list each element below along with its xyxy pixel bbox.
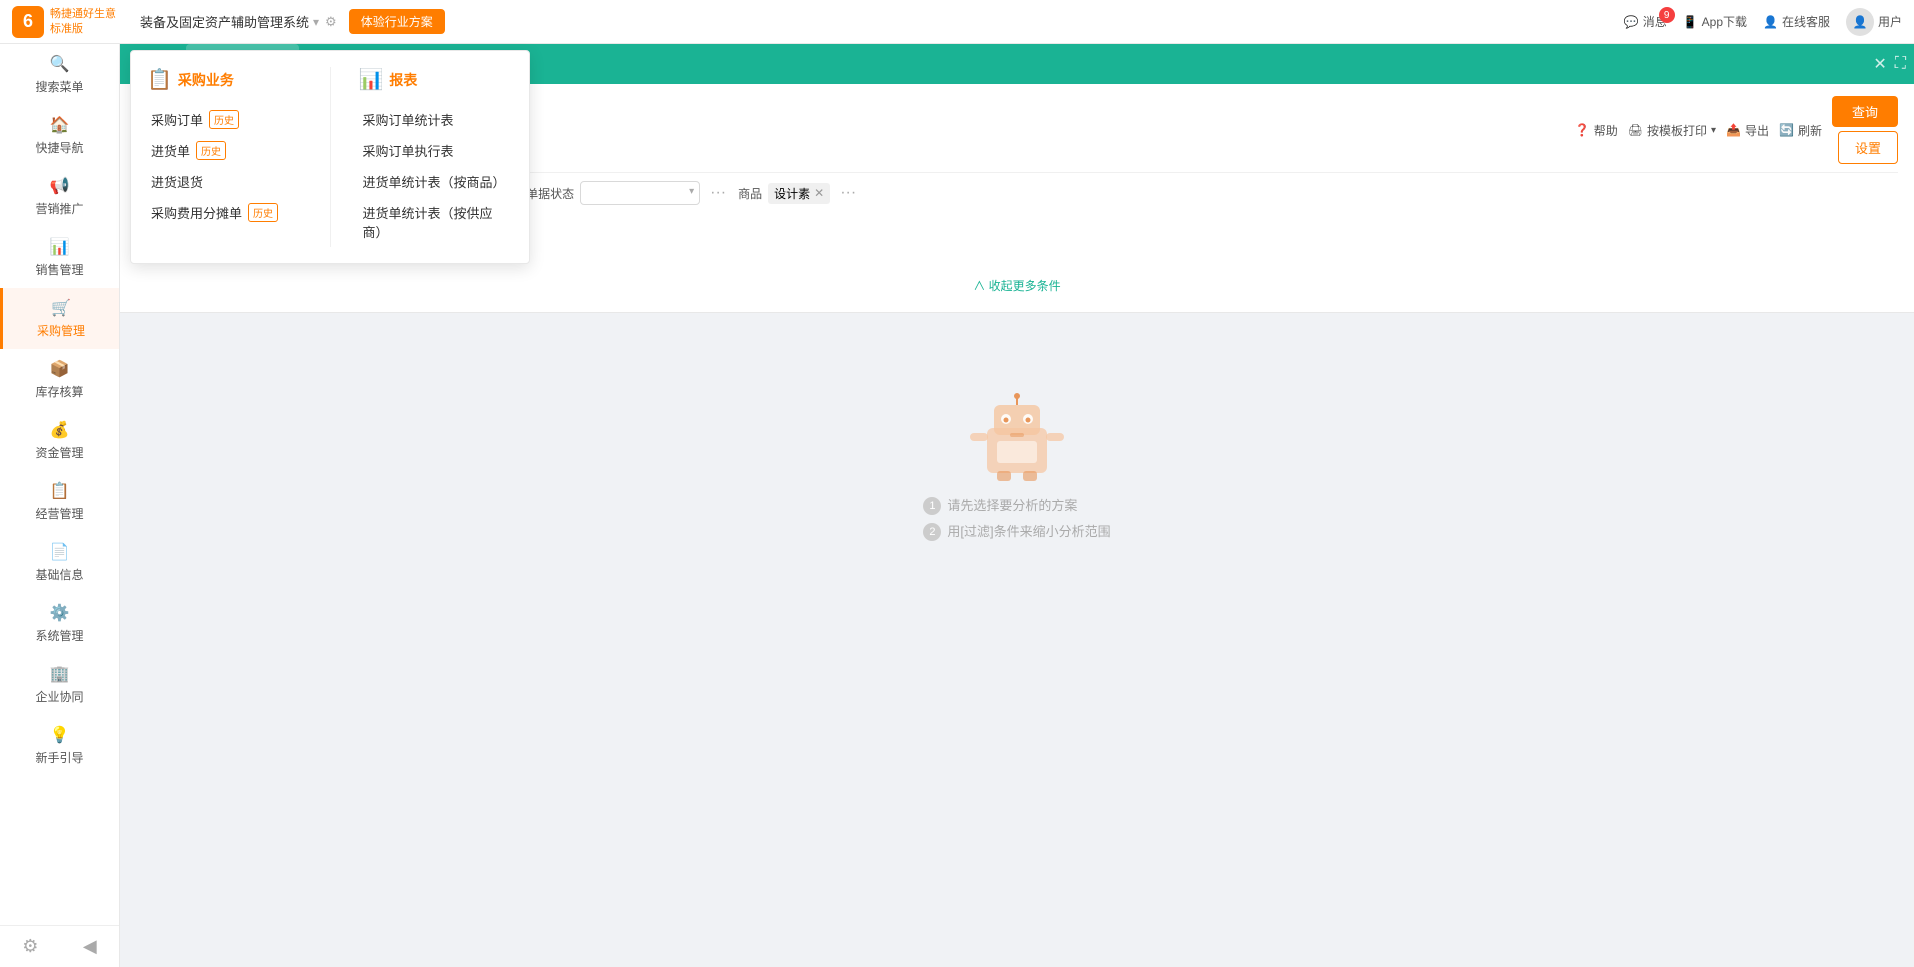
content-area: 首页 销售排行榜 ✕ ✕ ⛶ ❓ 帮助 🖨 [120, 44, 1914, 967]
message-icon: 💬 [1624, 15, 1639, 29]
app-logo: 6 [12, 6, 44, 38]
system-title: 装备及固定资产辅助管理系统 ▾ ⚙ [140, 12, 337, 31]
close-window-icon[interactable]: ✕ [1873, 54, 1886, 74]
enterprise-icon: 🏢 [50, 664, 70, 684]
sidebar-item-quicknav[interactable]: 🏠 快捷导航 [0, 105, 119, 166]
refresh-btn[interactable]: 🔄 刷新 [1779, 122, 1822, 139]
operations-icon: 📋 [50, 481, 70, 501]
main-layout: 🔍 搜索菜单 🏠 快捷导航 📢 营销推广 📊 销售管理 🛒 采购管理 📦 库存核… [0, 44, 1914, 967]
dropdown-item-purchase-in[interactable]: 进货单 历史 [147, 135, 302, 166]
dropdown-report-title: 📊 报表 [359, 67, 514, 92]
print-btn[interactable]: 🖨 按模板打印 ▾ [1628, 122, 1716, 139]
logo-text: 畅捷通好生意 标准版 [50, 7, 116, 36]
purchase-section-icon: 📋 [147, 67, 172, 92]
sidebar-item-newbie[interactable]: 💡 新手引导 [0, 715, 119, 776]
hist-badge-3: 历史 [248, 203, 278, 222]
dropdown-section-report: 📊 报表 采购订单统计表 采购订单执行表 进货单统计表（按商品） 进货单统计表（… [359, 67, 514, 247]
search-icon: 🔍 [50, 54, 70, 74]
sidebar-item-marketing[interactable]: 📢 营销推广 [0, 166, 119, 227]
header-right: 💬 消息 9 📱 App下载 👤 在线客服 👤 用户 [1624, 8, 1902, 36]
dropdown-item-report-0[interactable]: 采购订单统计表 [359, 104, 514, 135]
collapse-bar[interactable]: ∧ 收起更多条件 [136, 271, 1898, 300]
online-service-btn[interactable]: 👤 在线客服 [1763, 13, 1830, 30]
maximize-icon[interactable]: ⛶ [1895, 55, 1906, 73]
dropdown-item-purchase-return[interactable]: 进货退货 [147, 166, 302, 197]
query-button[interactable]: 查询 [1832, 96, 1898, 127]
newbie-icon: 💡 [50, 725, 70, 745]
sidebar-item-purchase[interactable]: 🛒 采购管理 [0, 288, 119, 349]
dropdown-item-report-3[interactable]: 进货单统计表（按供应商） [359, 197, 514, 247]
dropdown-item-purchase-expense[interactable]: 采购费用分摊单 历史 [147, 197, 302, 228]
sidebar-item-operations[interactable]: 📋 经营管理 [0, 471, 119, 532]
user-menu[interactable]: 👤 用户 [1846, 8, 1902, 36]
dropdown-divider [330, 67, 331, 247]
sales-icon: 📊 [50, 237, 70, 257]
report-section-icon: 📊 [359, 67, 384, 92]
sidebar-item-search[interactable]: 🔍 搜索菜单 [0, 44, 119, 105]
basic-icon: 📄 [50, 542, 70, 562]
app-download-btn[interactable]: 📱 App下载 [1683, 13, 1747, 30]
phone-icon: 📱 [1683, 15, 1698, 29]
collapse-sidebar-icon[interactable]: ◀ [83, 936, 97, 957]
sidebar: 🔍 搜索菜单 🏠 快捷导航 📢 营销推广 📊 销售管理 🛒 采购管理 📦 库存核… [0, 44, 120, 967]
goods-more[interactable]: ··· [840, 184, 856, 202]
industry-btn[interactable]: 体验行业方案 [349, 9, 445, 34]
tab-bar-right: ✕ ⛶ [1873, 54, 1906, 74]
settings-icon[interactable]: ⚙ [325, 14, 337, 30]
step1-num: 1 [923, 497, 941, 515]
sidebar-item-inventory[interactable]: 📦 库存核算 [0, 349, 119, 410]
dropdown-purchase-title: 📋 采购业务 [147, 67, 302, 92]
inventory-icon: 📦 [50, 359, 70, 379]
export-btn[interactable]: 📤 导出 [1726, 122, 1769, 139]
sidebar-item-system[interactable]: ⚙️ 系统管理 [0, 593, 119, 654]
sidebar-bottom: ⚙ ◀ [0, 925, 119, 967]
voucher-status-filter: 单据状态 ▾ ··· [526, 181, 726, 205]
finance-icon: 💰 [50, 420, 70, 440]
voucher-status-more[interactable]: ··· [710, 184, 726, 202]
logo-area: 6 畅捷通好生意 标准版 [12, 6, 132, 38]
sidebar-item-finance[interactable]: 💰 资金管理 [0, 410, 119, 471]
sidebar-item-enterprise[interactable]: 🏢 企业协同 [0, 654, 119, 715]
chevron-down-icon[interactable]: ▾ [313, 15, 319, 29]
settings-bottom-icon[interactable]: ⚙ [22, 936, 38, 957]
collapse-icon: ∧ [973, 279, 985, 293]
sidebar-item-sales[interactable]: 📊 销售管理 [0, 227, 119, 288]
home-icon: 🏠 [50, 115, 70, 135]
marketing-icon: 📢 [50, 176, 70, 196]
help-btn[interactable]: ❓ 帮助 [1575, 122, 1618, 139]
service-icon: 👤 [1763, 15, 1778, 29]
system-icon: ⚙️ [50, 603, 70, 623]
empty-state: 1 请先选择要分析的方案 2 用[过滤]条件来缩小分析范围 [120, 313, 1914, 625]
avatar: 👤 [1846, 8, 1874, 36]
purchase-icon: 🛒 [51, 298, 71, 318]
dropdown-section-purchase: 📋 采购业务 采购订单 历史 进货单 历史 进货退货 采购费用分摊单 历史 [147, 67, 302, 247]
sidebar-item-basic[interactable]: 📄 基础信息 [0, 532, 119, 593]
empty-illustration [962, 393, 1072, 483]
voucher-status-select[interactable] [580, 181, 700, 205]
dropdown-item-report-1[interactable]: 采购订单执行表 [359, 135, 514, 166]
chevron-down-icon: ▾ [1711, 125, 1716, 136]
refresh-icon: 🔄 [1779, 123, 1794, 137]
purchase-dropdown-menu: 📋 采购业务 采购订单 历史 进货单 历史 进货退货 采购费用分摊单 历史 [130, 50, 530, 264]
dropdown-item-purchase-order[interactable]: 采购订单 历史 [147, 104, 302, 135]
export-icon: 📤 [1726, 123, 1741, 137]
help-icon: ❓ [1575, 123, 1590, 137]
hist-badge-1: 历史 [196, 141, 226, 160]
hist-badge-0: 历史 [209, 110, 239, 129]
empty-text: 1 请先选择要分析的方案 2 用[过滤]条件来缩小分析范围 [923, 493, 1110, 545]
top-header: 6 畅捷通好生意 标准版 装备及固定资产辅助管理系统 ▾ ⚙ 体验行业方案 💬 … [0, 0, 1914, 44]
settings-button[interactable]: 设置 [1838, 131, 1898, 164]
goods-filter: 商品 设计素 ✕ ··· [738, 183, 856, 204]
goods-tag-close[interactable]: ✕ [814, 186, 824, 200]
goods-tag: 设计素 ✕ [768, 183, 830, 204]
step2-num: 2 [923, 523, 941, 541]
dropdown-item-report-2[interactable]: 进货单统计表（按商品） [359, 166, 514, 197]
message-btn[interactable]: 💬 消息 9 [1624, 13, 1667, 30]
print-icon: 🖨 [1628, 123, 1643, 137]
